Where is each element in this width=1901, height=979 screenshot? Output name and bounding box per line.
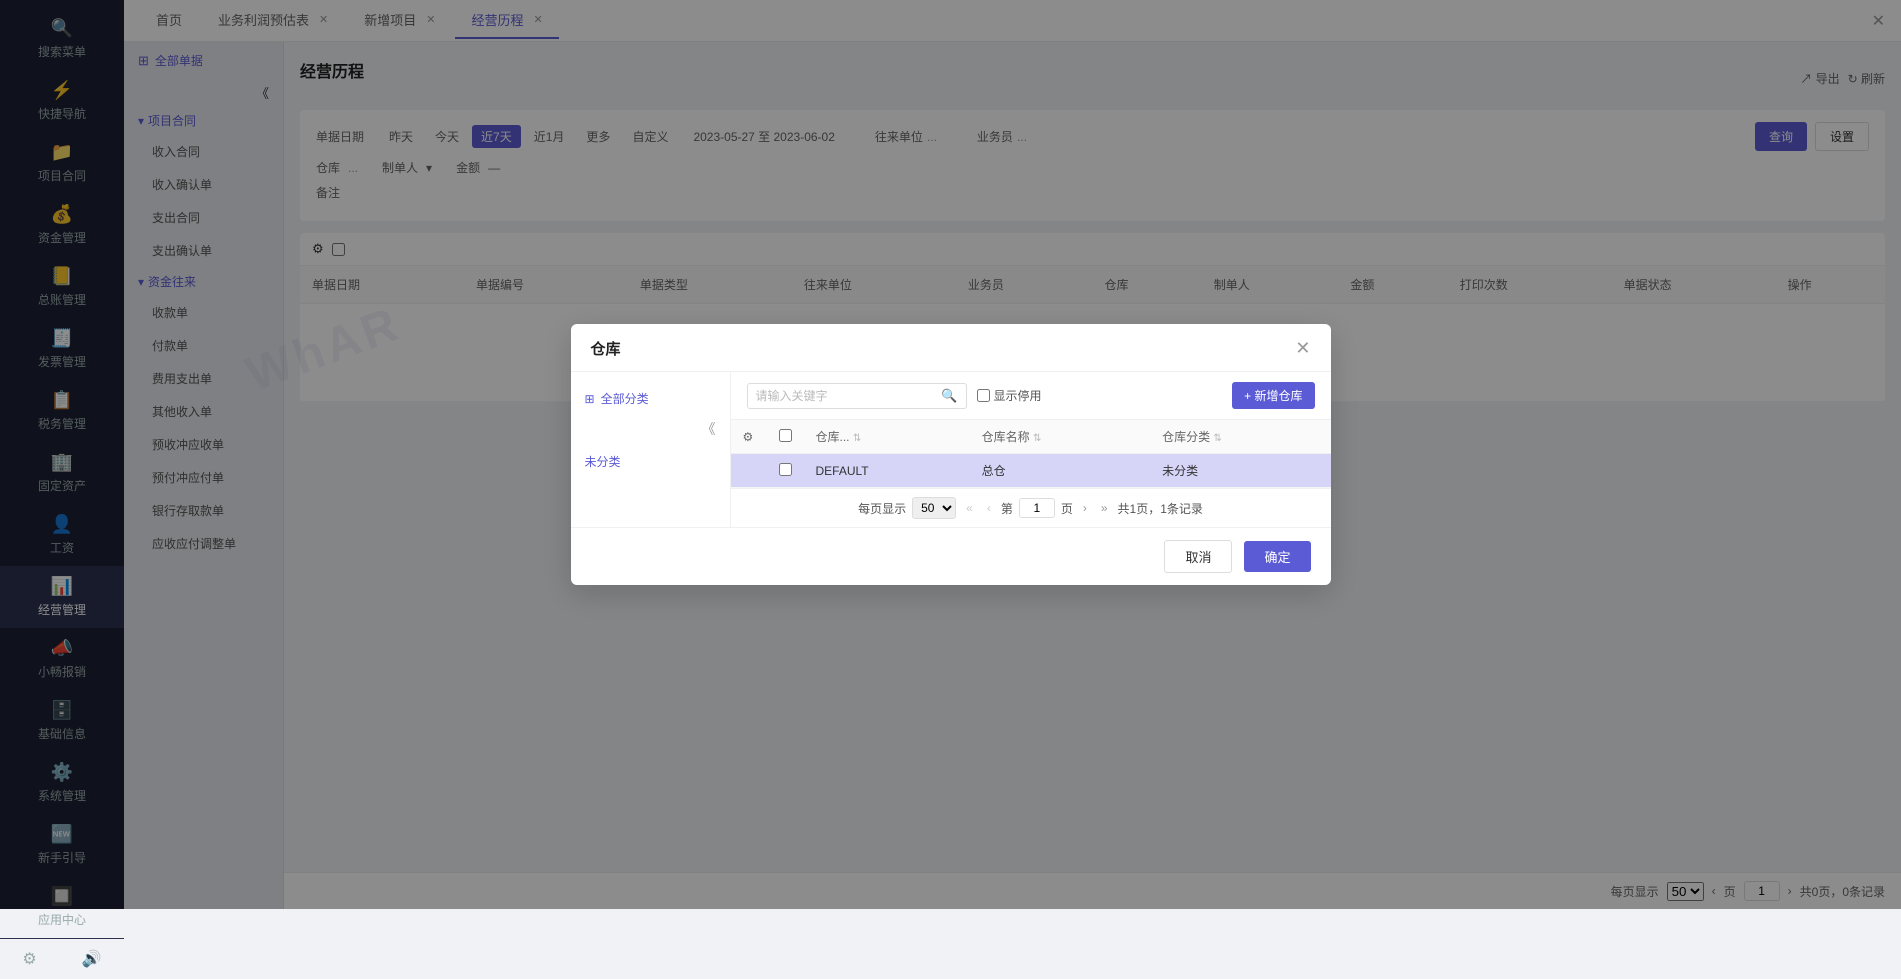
modal-left-panel: ⊞ 全部分类 《 未分类 [571,372,731,527]
row-name: 总仓 [970,454,1150,488]
modal-left-item-uncategorized[interactable]: 未分类 [571,445,730,478]
modal-search-input[interactable] [756,389,936,403]
modal-first-page-btn[interactable]: « [962,499,977,517]
modal-left-all-label: 全部分类 [601,390,649,407]
sidebar-sound-icon[interactable]: 🔊 [82,949,102,969]
modal-per-page-label: 每页显示 [858,500,906,517]
modal-page-input[interactable] [1019,498,1055,518]
grid-icon-modal: ⊞ [585,392,595,406]
row-checkbox [767,454,804,488]
cancel-btn[interactable]: 取消 [1164,540,1232,573]
modal-per-page-select[interactable]: 50 [912,497,956,519]
show-disabled-text: 显示停用 [994,387,1042,404]
modal-page-label: 第 [1001,500,1013,517]
row-1-checkbox[interactable] [779,463,792,476]
row-index: DEFAULT [804,454,970,488]
sort-name-icon: ⇅ [1033,433,1041,444]
modal-close-btn[interactable]: ✕ [1295,338,1310,359]
modal-footer: 取消 确定 [571,527,1331,585]
modal-col-name[interactable]: 仓库名称 ⇅ [970,420,1150,454]
modal-table: ⚙ 仓库... ⇅ 仓库名称 ⇅ [731,420,1331,488]
modal-total-info: 共1页，1条记录 [1118,500,1203,517]
modal-search-icon[interactable]: 🔍 [941,388,957,404]
add-warehouse-btn[interactable]: + 新增仓库 [1232,382,1314,409]
modal-prev-page-btn[interactable]: ‹ [983,499,995,517]
modal-col-code[interactable]: 仓库... ⇅ [804,420,970,454]
collapse-icon-modal: 《 [702,419,716,439]
modal-title: 仓库 [591,338,621,359]
modal-table-wrap: ⚙ 仓库... ⇅ 仓库名称 ⇅ [731,420,1331,488]
row-gear [731,454,767,488]
modal-col-gear: ⚙ [731,420,767,454]
sidebar-settings-icon[interactable]: ⚙ [22,949,36,969]
modal-select-all[interactable] [779,429,792,442]
modal-left-item-uncategorized-label: 未分类 [585,455,621,469]
modal-right-toolbar: 🔍 显示停用 + 新增仓库 [731,372,1331,420]
modal-body: ⊞ 全部分类 《 未分类 🔍 [571,372,1331,527]
sort-category-icon: ⇅ [1213,433,1221,444]
show-disabled-label[interactable]: 显示停用 [977,387,1042,404]
modal-page-suffix: 页 [1061,500,1073,517]
modal-left-all[interactable]: ⊞ 全部分类 [571,384,730,413]
modal-header: 仓库 ✕ [571,324,1331,372]
modal: 仓库 ✕ ⊞ 全部分类 《 未分类 [571,324,1331,585]
sidebar-bottom: ⚙ 🔊 [0,938,124,979]
sort-code-icon: ⇅ [853,433,861,444]
modal-table-row-1[interactable]: DEFAULT 总仓 未分类 [731,454,1331,488]
modal-collapse-btn[interactable]: 《 [571,413,730,445]
modal-search-box: 🔍 [747,383,967,409]
sidebar-item-apps-label: 应用中心 [38,911,86,928]
modal-col-check [767,420,804,454]
modal-overlay: 仓库 ✕ ⊞ 全部分类 《 未分类 [0,0,1901,909]
modal-last-page-btn[interactable]: » [1097,499,1112,517]
confirm-btn[interactable]: 确定 [1244,541,1310,572]
modal-col-category[interactable]: 仓库分类 ⇅ [1150,420,1330,454]
modal-next-page-btn[interactable]: › [1079,499,1091,517]
row-category: 未分类 [1150,454,1330,488]
show-disabled-checkbox[interactable] [977,389,990,402]
modal-right-panel: 🔍 显示停用 + 新增仓库 ⚙ [731,372,1331,527]
modal-pagination: 每页显示 50 « ‹ 第 页 › » 共1页，1条记录 [731,488,1331,527]
